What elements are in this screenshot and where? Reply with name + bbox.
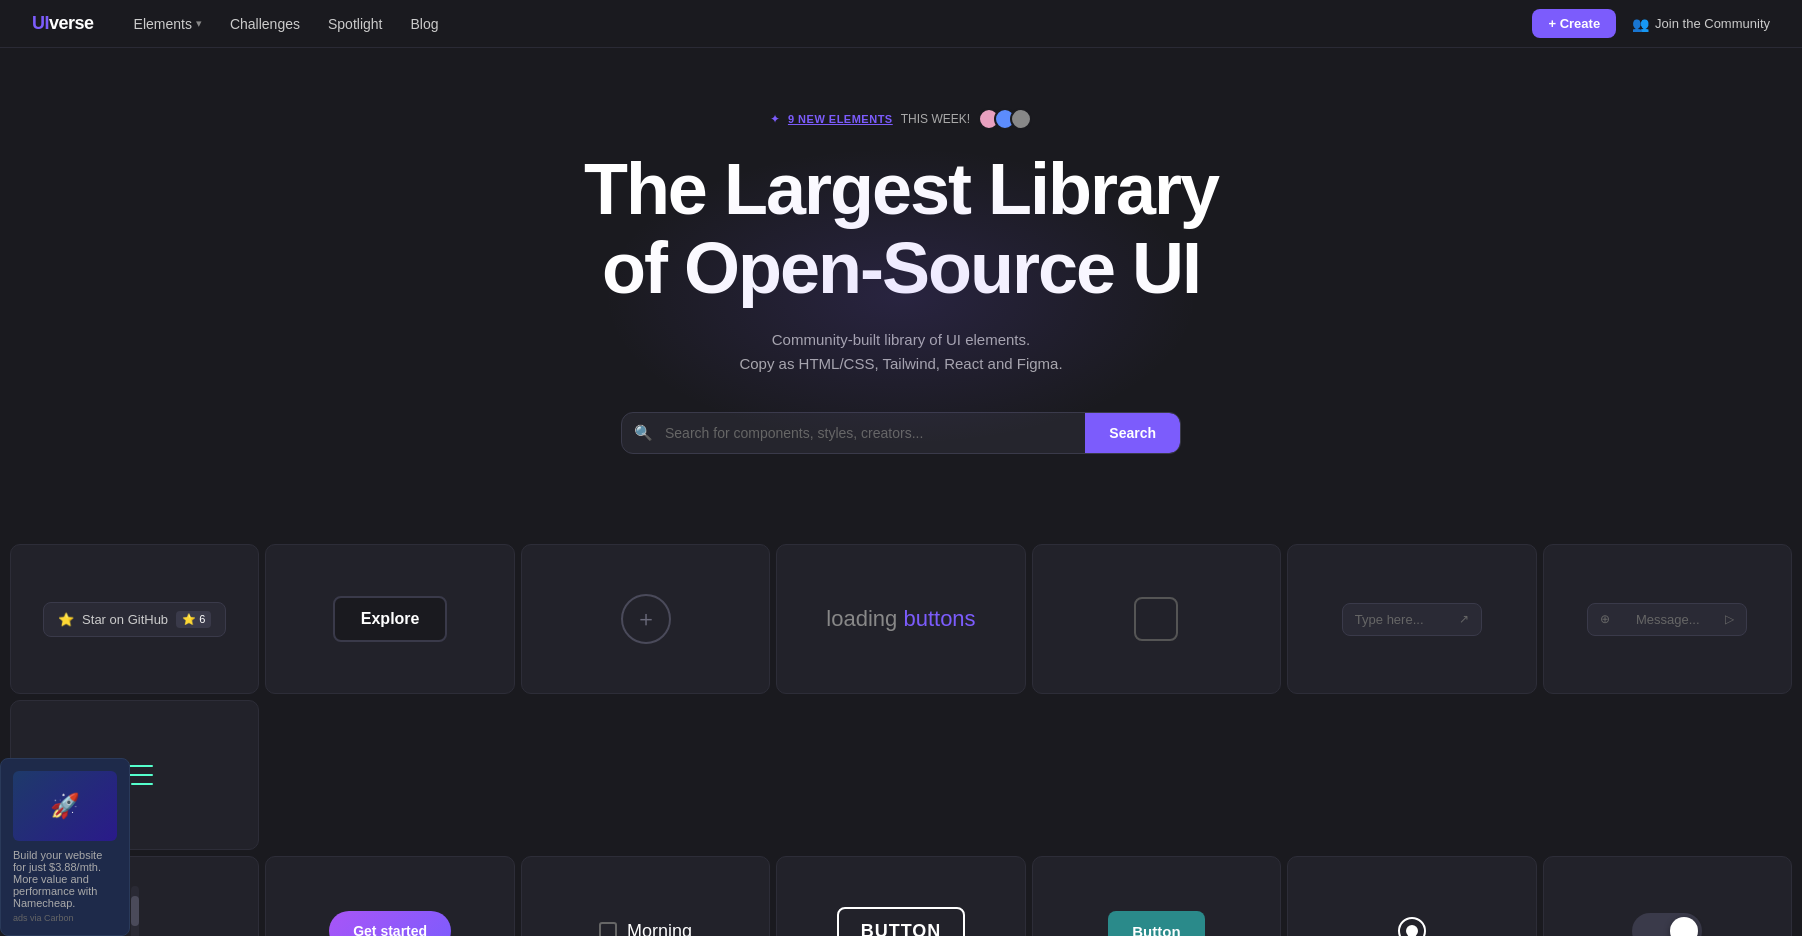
type-input-widget[interactable]: Type here... ↗ xyxy=(1342,603,1482,636)
arrow-icon: ▷ xyxy=(1725,612,1734,626)
ad-image: 🚀 xyxy=(13,771,117,841)
new-elements-label[interactable]: 9 NEW ELEMENTS xyxy=(788,113,893,125)
search-icon: 🔍 xyxy=(622,424,665,442)
toggle-square-widget[interactable] xyxy=(1134,597,1178,641)
grid-cell-get-started: Get started xyxy=(265,856,514,936)
get-started-button[interactable]: Get started xyxy=(329,911,451,936)
scrollbar-track[interactable] xyxy=(131,886,139,936)
hamburger-line-3 xyxy=(131,783,153,785)
github-icon: ⭐ xyxy=(58,612,74,627)
grid-cell-toggle-square xyxy=(1032,544,1281,694)
logo-verse: verse xyxy=(49,13,94,33)
navbar: UIverse Elements ▾ Challenges Spotlight … xyxy=(0,0,1802,48)
explore-dark-button[interactable]: Explore xyxy=(333,596,448,642)
button-outline-widget[interactable]: BUTTON xyxy=(837,907,966,936)
grid-cell-explore-dark: Explore xyxy=(265,544,514,694)
search-input[interactable] xyxy=(665,413,1085,453)
grid-cell-button-teal: Button xyxy=(1032,856,1281,936)
ad-via: ads via Carbon xyxy=(13,913,117,923)
plus-circle-button[interactable]: ＋ xyxy=(621,594,671,644)
logo-ui: UI xyxy=(32,13,49,33)
nav-actions: + Create 👥 Join the Community xyxy=(1532,9,1770,38)
radio-widget[interactable] xyxy=(1398,917,1426,936)
morning-checkbox-widget[interactable]: Morning xyxy=(599,921,692,936)
ad-banner[interactable]: 🚀 Build your website for just $3.88/mth.… xyxy=(0,758,130,936)
grid-row-2: Get started Morning BUTTON Button xyxy=(10,856,1792,936)
chevron-down-icon: ▾ xyxy=(196,17,202,30)
hero-subtitle: Community-built library of UI elements. … xyxy=(20,328,1782,376)
ui-grid: ⭐ Star on GitHub ⭐ 6 Explore ＋ loading b… xyxy=(0,544,1802,936)
radio-outer[interactable] xyxy=(1398,917,1426,936)
loading-text: loading buttons xyxy=(826,606,975,632)
avatar-3 xyxy=(1010,108,1032,130)
toggle-switch-widget[interactable] xyxy=(1632,913,1702,936)
grid-cell-star-github: ⭐ Star on GitHub ⭐ 6 xyxy=(10,544,259,694)
nav-blog[interactable]: Blog xyxy=(410,16,438,32)
buttons-highlight: buttons xyxy=(903,606,975,631)
grid-cell-morning: Morning xyxy=(521,856,770,936)
toggle-knob xyxy=(1670,917,1698,936)
scrollbar-thumb[interactable] xyxy=(131,896,139,926)
join-community-button[interactable]: 👥 Join the Community xyxy=(1632,16,1770,32)
community-icon: 👥 xyxy=(1632,16,1649,32)
hero-badge: ✦ 9 NEW ELEMENTS THIS WEEK! xyxy=(770,108,1032,130)
contributor-avatars xyxy=(978,108,1032,130)
grid-cell-loading: loading buttons xyxy=(776,544,1025,694)
hero-section: ✦ 9 NEW ELEMENTS THIS WEEK! The Largest … xyxy=(0,48,1802,544)
nav-elements[interactable]: Elements ▾ xyxy=(134,16,202,32)
search-button[interactable]: Search xyxy=(1085,413,1180,453)
radio-inner xyxy=(1406,925,1418,936)
badge-suffix: THIS WEEK! xyxy=(901,112,970,126)
grid-cell-button-outline: BUTTON xyxy=(776,856,1025,936)
grid-cell-message: ⊕ Message... ▷ xyxy=(1543,544,1792,694)
grid-cell-toggle xyxy=(1543,856,1792,936)
star-count: ⭐ 6 xyxy=(176,611,211,628)
logo[interactable]: UIverse xyxy=(32,13,94,34)
ad-text: Build your website for just $3.88/mth. M… xyxy=(13,849,117,909)
star-label: Star on GitHub xyxy=(82,612,168,627)
create-button[interactable]: + Create xyxy=(1532,9,1616,38)
send-icon: ↗ xyxy=(1459,612,1469,626)
grid-row-1: ⭐ Star on GitHub ⭐ 6 Explore ＋ loading b… xyxy=(10,544,1792,850)
star-github-widget[interactable]: ⭐ Star on GitHub ⭐ 6 xyxy=(43,602,226,637)
grid-cell-plus: ＋ xyxy=(521,544,770,694)
sparkle-icon: ✦ xyxy=(770,112,780,126)
grid-cell-type-input: Type here... ↗ xyxy=(1287,544,1536,694)
button-teal-widget[interactable]: Button xyxy=(1108,911,1204,936)
grid-cell-radio xyxy=(1287,856,1536,936)
nav-challenges[interactable]: Challenges xyxy=(230,16,300,32)
search-bar: 🔍 Search xyxy=(621,412,1181,454)
checkbox-box[interactable] xyxy=(599,922,617,936)
hero-title: The Largest Library of Open-Source UI xyxy=(551,150,1251,308)
nav-links: Elements ▾ Challenges Spotlight Blog xyxy=(134,16,1533,32)
nav-spotlight[interactable]: Spotlight xyxy=(328,16,382,32)
morning-label: Morning xyxy=(627,921,692,936)
message-input-widget[interactable]: ⊕ Message... ▷ xyxy=(1587,603,1747,636)
